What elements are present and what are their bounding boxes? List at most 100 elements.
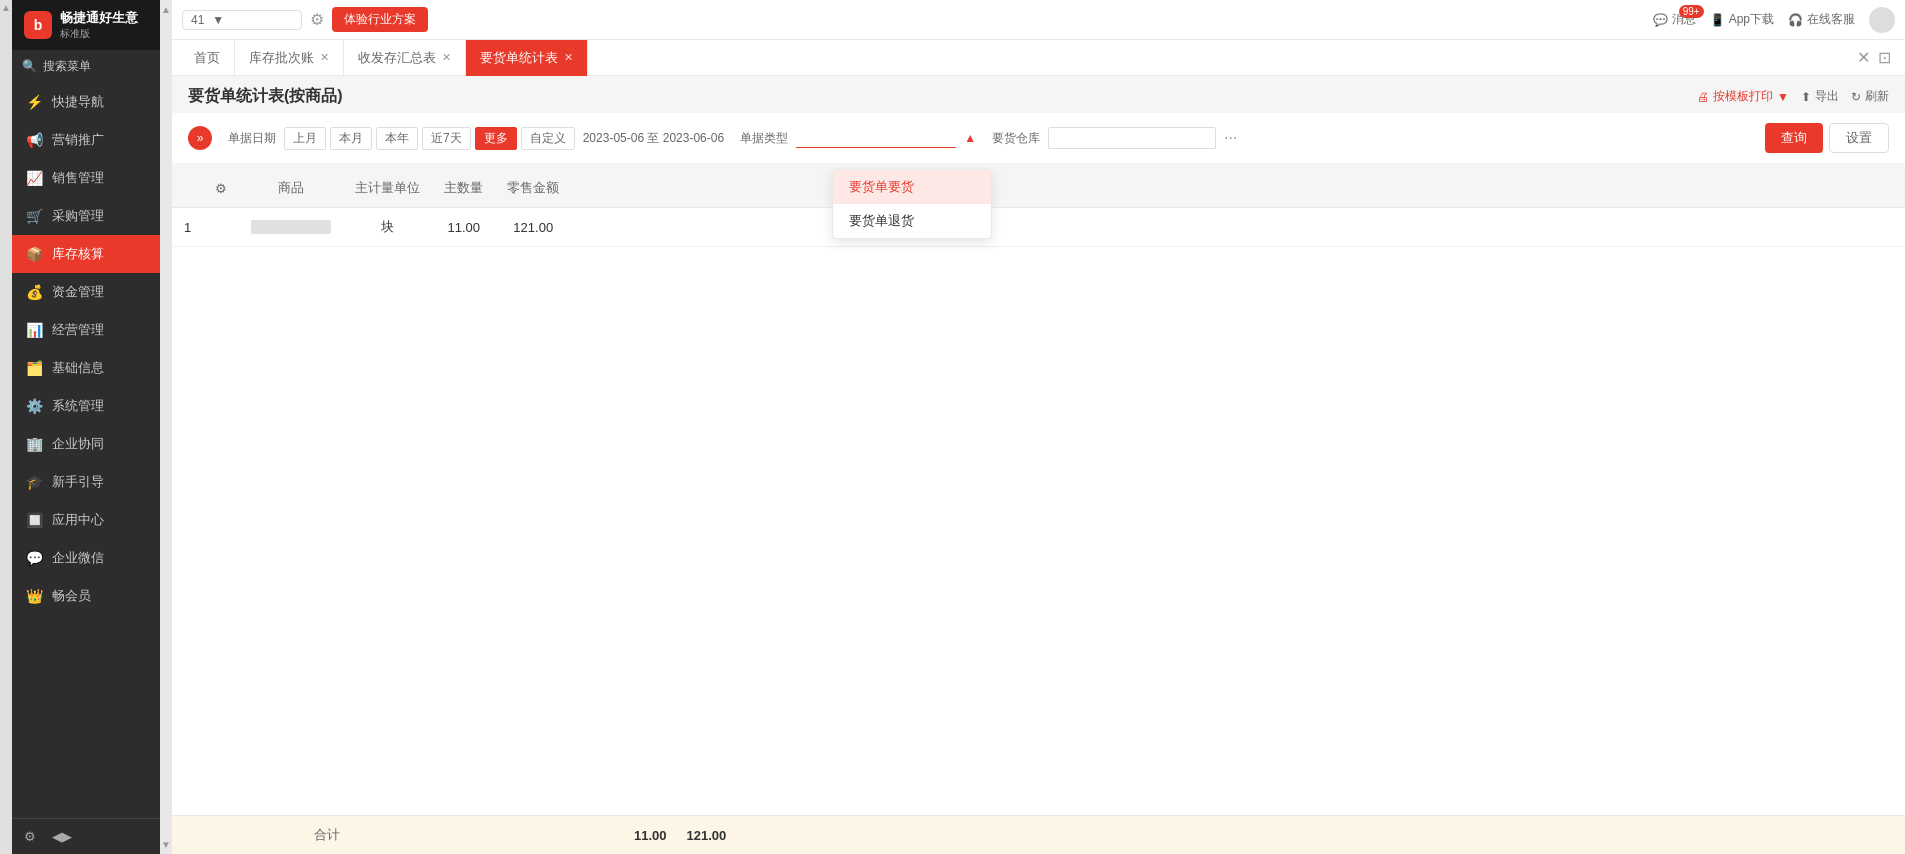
print-btn[interactable]: 🖨 按模板打印 ▼ bbox=[1697, 88, 1789, 105]
sidebar-item-member[interactable]: 👑 畅会员 bbox=[12, 577, 160, 615]
tab-summary-label: 收发存汇总表 bbox=[358, 49, 436, 67]
warehouse-more-btn[interactable]: ··· bbox=[1224, 129, 1237, 147]
summary-label: 合计 bbox=[314, 826, 374, 844]
topbar-settings-icon[interactable]: ⚙ bbox=[310, 10, 324, 29]
tab-order-stat[interactable]: 要货单统计表 ✕ bbox=[466, 40, 588, 76]
sales-icon: 📈 bbox=[24, 170, 44, 186]
tab-summary-close[interactable]: ✕ bbox=[442, 52, 451, 63]
sidebar-item-operations[interactable]: 📊 经营管理 bbox=[12, 311, 160, 349]
dropdown-item-label: 要货单退货 bbox=[849, 213, 914, 228]
message-btn[interactable]: 💬 消息 99+ bbox=[1653, 11, 1696, 28]
sidebar-item-label: 资金管理 bbox=[52, 283, 104, 301]
print-label: 按模板打印 bbox=[1713, 88, 1773, 105]
expand-tabs-icon[interactable]: ⊡ bbox=[1878, 48, 1891, 67]
sidebar-scroll-top[interactable]: ▲ bbox=[0, 0, 12, 854]
tab-home[interactable]: 首页 bbox=[180, 40, 235, 76]
table-body: 1 块 11.00 121. bbox=[172, 208, 1905, 247]
search-label: 搜索菜单 bbox=[43, 58, 91, 75]
tabbar: 首页 库存批次账 ✕ 收发存汇总表 ✕ 要货单统计表 ✕ ✕ ⊡ bbox=[172, 40, 1905, 76]
tab-order-stat-close[interactable]: ✕ bbox=[564, 52, 573, 63]
date-label: 单据日期 bbox=[228, 130, 276, 147]
date-7days-btn[interactable]: 近7天 bbox=[422, 127, 471, 150]
user-avatar[interactable] bbox=[1869, 7, 1895, 33]
member-icon: 👑 bbox=[24, 588, 44, 604]
app-download-btn[interactable]: 📱 App下载 bbox=[1710, 11, 1774, 28]
dropdown-item-requisition[interactable]: 要货单要货 bbox=[833, 170, 991, 204]
sidebar-item-enterprise[interactable]: 🏢 企业协同 bbox=[12, 425, 160, 463]
company-selector[interactable]: 41 ▼ bbox=[182, 10, 302, 30]
sidebar-item-inventory[interactable]: 📦 库存核算 bbox=[12, 235, 160, 273]
expand-arrows-icon: » bbox=[197, 131, 204, 145]
dropdown-item-label: 要货单要货 bbox=[849, 179, 914, 194]
sidebar-item-system[interactable]: ⚙️ 系统管理 bbox=[12, 387, 160, 425]
export-btn[interactable]: ⬆ 导出 bbox=[1801, 88, 1839, 105]
print-icon: 🖨 bbox=[1697, 90, 1709, 104]
type-input[interactable] bbox=[796, 129, 956, 148]
enterprise-icon: 🏢 bbox=[24, 436, 44, 452]
col-seq-header bbox=[172, 169, 203, 208]
page-header: 要货单统计表(按商品) 🖨 按模板打印 ▼ ⬆ 导出 ↻ 刷新 bbox=[172, 76, 1905, 113]
inventory-icon: 📦 bbox=[24, 246, 44, 262]
date-prev-month-btn[interactable]: 上月 bbox=[284, 127, 326, 150]
seq-value: 1 bbox=[184, 220, 191, 235]
table-wrapper: ⚙ 商品 主计量单位 主数量 零售金额 bbox=[172, 169, 1905, 815]
sidebar-item-sales[interactable]: 📈 销售管理 bbox=[12, 159, 160, 197]
refresh-btn[interactable]: ↻ 刷新 bbox=[1851, 88, 1889, 105]
date-custom-btn[interactable]: 自定义 bbox=[521, 127, 575, 150]
col-extra-header bbox=[571, 169, 1905, 208]
sidebar-item-label: 采购管理 bbox=[52, 207, 104, 225]
cell-quantity: 11.00 bbox=[432, 208, 495, 247]
cell-unit: 块 bbox=[343, 208, 432, 247]
sidebar-scrollbar: ▲ ▼ bbox=[160, 0, 172, 854]
tab-batch[interactable]: 库存批次账 ✕ bbox=[235, 40, 344, 76]
cell-seq: 1 bbox=[172, 208, 203, 247]
marketing-icon: 📢 bbox=[24, 132, 44, 148]
app-download-label: App下载 bbox=[1729, 11, 1774, 28]
sidebar-item-purchase[interactable]: 🛒 采购管理 bbox=[12, 197, 160, 235]
date-more-btn[interactable]: 更多 bbox=[475, 127, 517, 150]
sidebar-item-guide[interactable]: 🎓 新手引导 bbox=[12, 463, 160, 501]
filter-date-btns: 上月 本月 本年 近7天 更多 自定义 bbox=[284, 127, 575, 150]
settings-icon[interactable]: ⚙ bbox=[24, 829, 36, 844]
headset-icon: 🎧 bbox=[1788, 13, 1803, 27]
settings-btn[interactable]: 设置 bbox=[1829, 123, 1889, 153]
purchase-icon: 🛒 bbox=[24, 208, 44, 224]
sidebar-item-appstore[interactable]: 🔲 应用中心 bbox=[12, 501, 160, 539]
col-amount-header: 零售金额 bbox=[495, 169, 571, 208]
trial-btn[interactable]: 体验行业方案 bbox=[332, 7, 428, 32]
dropdown-item-return[interactable]: 要货单退货 bbox=[833, 204, 991, 238]
date-cur-month-btn[interactable]: 本月 bbox=[330, 127, 372, 150]
warehouse-input[interactable] bbox=[1048, 127, 1216, 149]
online-service-label: 在线客服 bbox=[1807, 11, 1855, 28]
close-all-icon[interactable]: ✕ bbox=[1857, 48, 1870, 67]
tab-summary[interactable]: 收发存汇总表 ✕ bbox=[344, 40, 466, 76]
date-range-display: 2023-05-06 至 2023-06-06 bbox=[583, 130, 724, 147]
table-settings-icon[interactable]: ⚙ bbox=[215, 181, 227, 196]
type-dropdown: 要货单要货 要货单退货 bbox=[832, 169, 992, 239]
sidebar-item-finance[interactable]: 💰 资金管理 bbox=[12, 273, 160, 311]
system-icon: ⚙️ bbox=[24, 398, 44, 414]
collapse-icon[interactable]: ◀▶ bbox=[52, 829, 72, 844]
sidebar-item-label: 新手引导 bbox=[52, 473, 104, 491]
sidebar-item-quicknav[interactable]: ⚡ 快捷导航 bbox=[12, 83, 160, 121]
type-dropdown-arrow[interactable]: ▲ bbox=[964, 131, 976, 145]
tab-batch-label: 库存批次账 bbox=[249, 49, 314, 67]
filter-action-btns: 查询 设置 bbox=[1765, 123, 1889, 153]
sidebar-item-wechat[interactable]: 💬 企业微信 bbox=[12, 539, 160, 577]
message-badge: 99+ bbox=[1679, 5, 1704, 18]
filter-expand-btn[interactable]: » bbox=[188, 126, 212, 150]
scroll-indicator-top: ▲ bbox=[160, 4, 172, 15]
date-cur-year-btn[interactable]: 本年 bbox=[376, 127, 418, 150]
page-title: 要货单统计表(按商品) bbox=[188, 86, 343, 107]
phone-icon: 📱 bbox=[1710, 13, 1725, 27]
tab-home-label: 首页 bbox=[194, 49, 220, 67]
sidebar-item-basics[interactable]: 🗂️ 基础信息 bbox=[12, 349, 160, 387]
filter-bar: » 单据日期 上月 本月 本年 近7天 更多 自定义 2023-05-06 至 … bbox=[172, 113, 1905, 163]
sidebar-item-marketing[interactable]: 📢 营销推广 bbox=[12, 121, 160, 159]
query-btn[interactable]: 查询 bbox=[1765, 123, 1823, 153]
online-service-btn[interactable]: 🎧 在线客服 bbox=[1788, 11, 1855, 28]
col-goods-header: 商品 bbox=[239, 169, 343, 208]
tab-batch-close[interactable]: ✕ bbox=[320, 52, 329, 63]
sidebar-search[interactable]: 🔍 搜索菜单 bbox=[12, 50, 160, 83]
col-unit-label: 主计量单位 bbox=[355, 180, 420, 195]
